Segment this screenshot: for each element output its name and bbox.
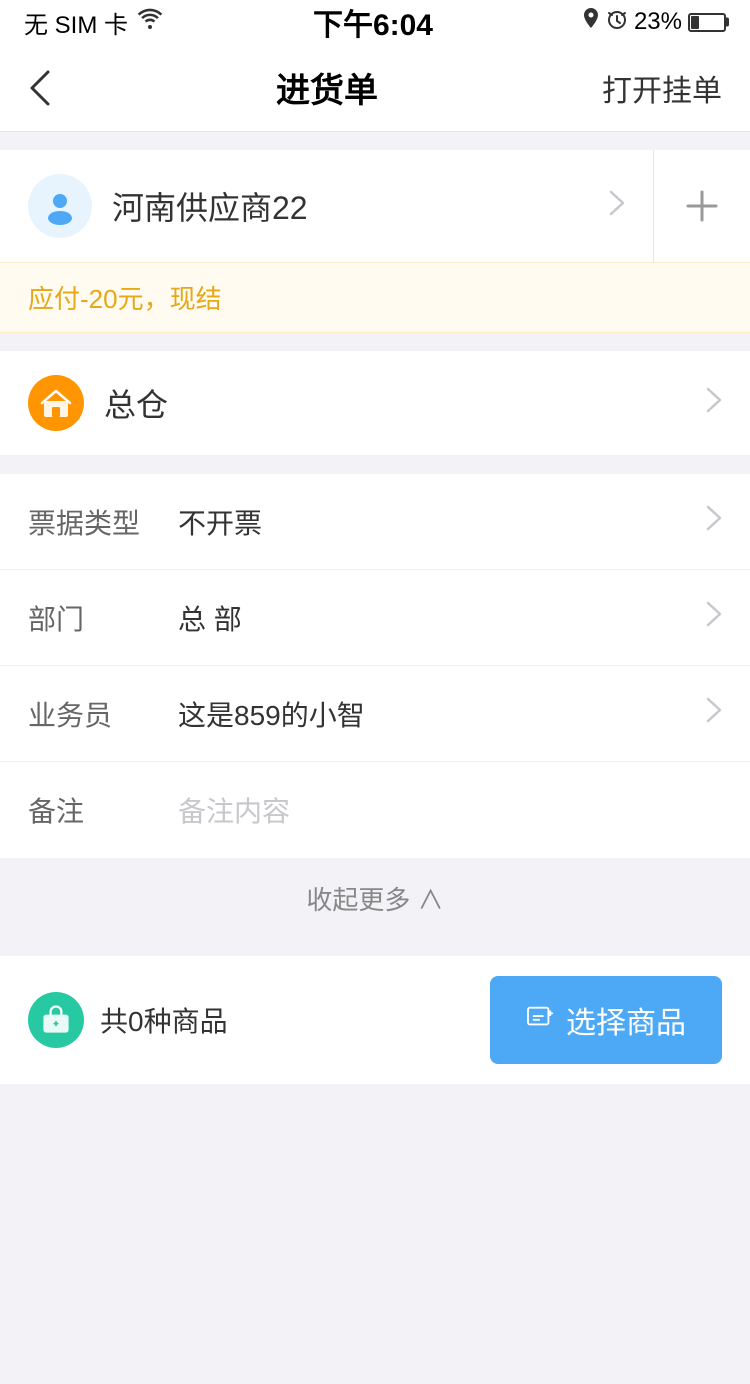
- time-label: 下午6:04: [313, 0, 433, 44]
- location-icon: [582, 8, 600, 37]
- status-bar: 无 SIM 卡 下午6:04 23%: [0, 0, 750, 44]
- main-content: 河南供应商22 应付-20元，现结 总仓: [0, 132, 750, 1384]
- invoice-label: 票据类型: [28, 502, 158, 542]
- wifi-icon: [136, 8, 164, 36]
- department-label: 部门: [28, 598, 158, 638]
- remark-placeholder: 备注内容: [158, 790, 722, 830]
- section-gap-3: [0, 456, 750, 474]
- section-gap-4: [0, 938, 750, 956]
- salesman-label: 业务员: [28, 694, 158, 734]
- section-gap-1: [0, 132, 750, 150]
- salesman-chevron-icon: [706, 697, 722, 730]
- warehouse-chevron-icon: [706, 387, 722, 420]
- page-title: 进货单: [276, 63, 378, 112]
- invoice-chevron-icon: [706, 505, 722, 538]
- add-supplier-button[interactable]: [654, 150, 750, 262]
- battery-icon: [688, 13, 726, 32]
- remark-label: 备注: [28, 790, 158, 830]
- department-row[interactable]: 部门 总 部: [0, 570, 750, 666]
- back-button[interactable]: [28, 68, 52, 108]
- warehouse-name: 总仓: [104, 380, 706, 426]
- select-goods-icon: [526, 1004, 556, 1037]
- battery-percentage: 23%: [634, 8, 682, 36]
- form-section: 票据类型 不开票 部门 总 部 业务员 这是859的小智 备注 备注内容: [0, 474, 750, 858]
- section-gap-2: [0, 333, 750, 351]
- alarm-icon: [606, 8, 628, 37]
- invoice-row[interactable]: 票据类型 不开票: [0, 474, 750, 570]
- goods-count-text: 共0种商品: [100, 1000, 228, 1040]
- nav-bar: 进货单 打开挂单: [0, 44, 750, 132]
- salesman-value: 这是859的小智: [158, 694, 706, 734]
- status-left: 无 SIM 卡: [24, 5, 164, 40]
- warehouse-row[interactable]: 总仓: [0, 351, 750, 456]
- goods-count-icon: [28, 992, 84, 1048]
- page-background: [0, 1084, 750, 1384]
- invoice-value: 不开票: [158, 502, 706, 542]
- supplier-name: 河南供应商22: [112, 183, 609, 229]
- supplier-row: 河南供应商22: [0, 150, 750, 262]
- warehouse-icon: [28, 375, 84, 431]
- supplier-avatar: [28, 174, 92, 238]
- salesman-row[interactable]: 业务员 这是859的小智: [0, 666, 750, 762]
- supplier-chevron-icon: [609, 190, 625, 223]
- collapse-toggle[interactable]: 收起更多 ∧: [0, 858, 750, 938]
- remark-row[interactable]: 备注 备注内容: [0, 762, 750, 858]
- department-chevron-icon: [706, 601, 722, 634]
- goods-count-area: 共0种商品: [28, 992, 490, 1048]
- bottom-bar: 共0种商品 选择商品: [0, 956, 750, 1084]
- notice-bar: 应付-20元，现结: [0, 262, 750, 333]
- collapse-label: 收起更多 ∧: [306, 880, 443, 917]
- supplier-section: 河南供应商22 应付-20元，现结: [0, 150, 750, 333]
- select-goods-label: 选择商品: [566, 998, 686, 1042]
- status-right: 23%: [582, 8, 726, 37]
- warehouse-section: 总仓: [0, 351, 750, 456]
- carrier-label: 无 SIM 卡: [24, 5, 128, 40]
- department-value: 总 部: [158, 598, 706, 638]
- supplier-main[interactable]: 河南供应商22: [0, 150, 654, 262]
- open-pending-button[interactable]: 打开挂单: [602, 66, 722, 110]
- select-goods-button[interactable]: 选择商品: [490, 976, 722, 1064]
